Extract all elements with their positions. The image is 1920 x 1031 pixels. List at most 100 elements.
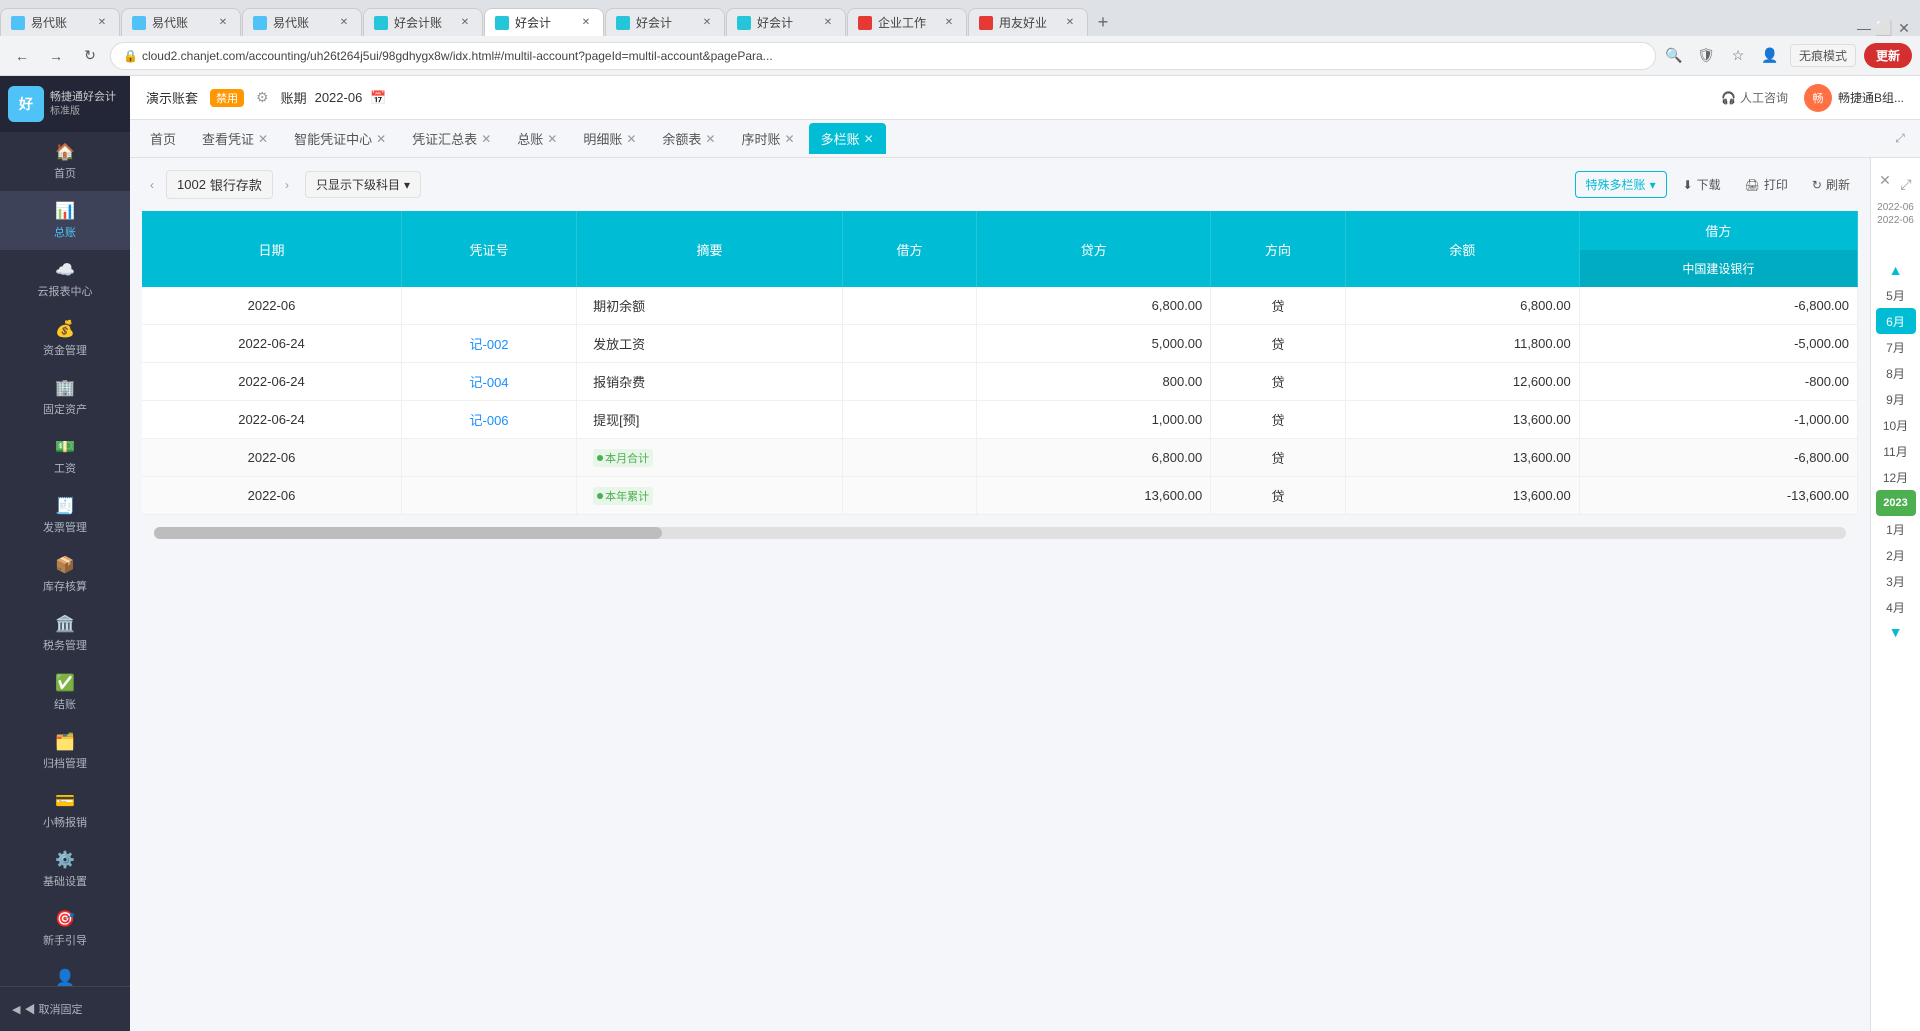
tab-close-multi-column[interactable]: ✕ <box>864 132 874 146</box>
panel-expand-button[interactable]: ⤢ <box>1896 174 1916 194</box>
sidebar-item-home[interactable]: 🏠 首页 <box>0 132 130 191</box>
scroll-down-button[interactable]: ▼ <box>1884 620 1908 644</box>
print-button[interactable]: 🖨 打印 <box>1737 172 1796 197</box>
tab-close-voucher-summary[interactable]: ✕ <box>481 132 491 146</box>
tab-detail-account[interactable]: 明细账 ✕ <box>571 123 648 154</box>
month-9[interactable]: 9月 <box>1876 386 1916 412</box>
sidebar-item-settings[interactable]: ⚙️ 基础设置 <box>0 840 130 899</box>
browser-tab-8[interactable]: 企业工作 ✕ <box>847 8 967 36</box>
reload-button[interactable]: ↻ <box>76 42 104 70</box>
sidebar-item-closing[interactable]: ✅ 结账 <box>0 663 130 722</box>
filter-selector[interactable]: 只显示下级科目 ▾ <box>305 171 421 198</box>
browser-tab-7[interactable]: 好会计 ✕ <box>726 8 846 36</box>
tab-close-balance[interactable]: ✕ <box>705 132 715 146</box>
sidebar-item-assets[interactable]: 🏢 固定资产 <box>0 368 130 427</box>
tab-close-view-voucher[interactable]: ✕ <box>258 132 268 146</box>
sidebar-item-ledger[interactable]: 📊 总账 <box>0 191 130 250</box>
tab-close-smart-voucher[interactable]: ✕ <box>376 132 386 146</box>
sidebar-item-tax[interactable]: 🏛️ 税务管理 <box>0 604 130 663</box>
sidebar-item-guide[interactable]: 🎯 新手引导 <box>0 899 130 958</box>
scroll-up-button[interactable]: ▲ <box>1884 258 1908 282</box>
tab-voucher-summary[interactable]: 凭证汇总表 ✕ <box>400 123 503 154</box>
tab-close-5[interactable]: ✕ <box>579 16 593 30</box>
shield-icon[interactable]: 🛡 <box>1694 44 1718 68</box>
sidebar-item-expense[interactable]: 💳 小畅报销 <box>0 781 130 840</box>
tab-close-detail-account[interactable]: ✕ <box>626 132 636 146</box>
browser-tab-1[interactable]: 易代账 ✕ <box>0 8 120 36</box>
collapse-button[interactable]: ⤢ <box>1888 127 1912 151</box>
tab-general-ledger[interactable]: 总账 ✕ <box>505 123 569 154</box>
tab-close-4[interactable]: ✕ <box>458 16 472 30</box>
tab-smart-voucher[interactable]: 智能凭证中心 ✕ <box>282 123 398 154</box>
close-button[interactable]: ✕ <box>1896 20 1912 36</box>
consult-button[interactable]: 🎧 人工咨询 <box>1721 89 1788 106</box>
tab-sequence-account[interactable]: 序时账 ✕ <box>729 123 806 154</box>
year-2023-badge[interactable]: 2023 <box>1876 490 1916 516</box>
month-6[interactable]: 6月 <box>1876 308 1916 334</box>
browser-tab-5[interactable]: 好会计 ✕ <box>484 8 604 36</box>
gear-icon[interactable]: ⚙ <box>256 89 269 106</box>
profile-icon[interactable]: 👤 <box>1758 44 1782 68</box>
sidebar-item-member[interactable]: 👤 畅会员 <box>0 958 130 986</box>
sidebar-item-archive[interactable]: 🗂️ 归档管理 <box>0 722 130 781</box>
restore-button[interactable]: ⬜ <box>1876 20 1892 36</box>
wuhen-mode-button[interactable]: 无痕模式 <box>1790 44 1856 67</box>
sidebar-item-capital[interactable]: 💰 资金管理 <box>0 309 130 368</box>
sidebar-item-salary[interactable]: 💵 工资 <box>0 427 130 486</box>
month-1[interactable]: 1月 <box>1876 516 1916 542</box>
calendar-icon[interactable]: 📅 <box>370 90 386 106</box>
cell-voucher[interactable]: 记-006 <box>401 401 576 439</box>
tab-close-general-ledger[interactable]: ✕ <box>547 132 557 146</box>
tab-close-7[interactable]: ✕ <box>821 16 835 30</box>
update-button[interactable]: 更新 <box>1864 43 1912 68</box>
new-tab-button[interactable]: + <box>1089 8 1117 36</box>
prev-account-button[interactable]: ‹ <box>142 175 162 195</box>
cell-credit: 800.00 <box>977 363 1211 401</box>
search-icon[interactable]: 🔍 <box>1662 44 1686 68</box>
forward-button[interactable]: → <box>42 42 70 70</box>
tab-close-8[interactable]: ✕ <box>942 16 956 30</box>
browser-tab-2[interactable]: 易代账 ✕ <box>121 8 241 36</box>
star-icon[interactable]: ☆ <box>1726 44 1750 68</box>
next-account-button[interactable]: › <box>277 175 297 195</box>
browser-tab-6[interactable]: 好会计 ✕ <box>605 8 725 36</box>
col-sub-extra: 中国建设银行 <box>1579 250 1857 287</box>
tab-close-6[interactable]: ✕ <box>700 16 714 30</box>
month-12[interactable]: 12月 <box>1876 464 1916 490</box>
month-10[interactable]: 10月 <box>1876 412 1916 438</box>
minimize-button[interactable]: — <box>1856 20 1872 36</box>
refresh-button[interactable]: ↻ 刷新 <box>1804 172 1858 197</box>
month-7[interactable]: 7月 <box>1876 334 1916 360</box>
browser-tab-9[interactable]: 用友好业 ✕ <box>968 8 1088 36</box>
tab-close-sequence[interactable]: ✕ <box>785 132 795 146</box>
tab-multi-column[interactable]: 多栏账 ✕ <box>809 123 886 154</box>
account-selector[interactable]: 1002 银行存款 <box>166 170 273 199</box>
back-button[interactable]: ← <box>8 42 36 70</box>
unpin-button[interactable]: ◀ ◀ 取消固定 <box>4 995 126 1023</box>
panel-close-button[interactable]: ✕ <box>1875 170 1895 190</box>
browser-tab-3[interactable]: 易代账 ✕ <box>242 8 362 36</box>
month-3[interactable]: 3月 <box>1876 568 1916 594</box>
tab-view-voucher[interactable]: 查看凭证 ✕ <box>190 123 280 154</box>
month-5[interactable]: 5月 <box>1876 282 1916 308</box>
download-button[interactable]: ⬇ 下载 <box>1675 172 1729 197</box>
browser-tab-4[interactable]: 好会计账 ✕ <box>363 8 483 36</box>
tab-close-1[interactable]: ✕ <box>95 16 109 30</box>
tab-balance-sheet[interactable]: 余额表 ✕ <box>650 123 727 154</box>
month-11[interactable]: 11月 <box>1876 438 1916 464</box>
tab-home[interactable]: 首页 <box>138 123 188 154</box>
address-bar[interactable]: 🔒 cloud2.chanjet.com/accounting/uh26t264… <box>110 42 1656 70</box>
tab-close-9[interactable]: ✕ <box>1063 16 1077 30</box>
cell-voucher[interactable]: 记-004 <box>401 363 576 401</box>
tab-close-3[interactable]: ✕ <box>337 16 351 30</box>
sidebar-item-inventory[interactable]: 📦 库存核算 <box>0 545 130 604</box>
sidebar-item-cloud-report[interactable]: ☁️ 云报表中心 <box>0 250 130 309</box>
month-4[interactable]: 4月 <box>1876 594 1916 620</box>
cell-voucher[interactable]: 记-002 <box>401 325 576 363</box>
tab-close-2[interactable]: ✕ <box>216 16 230 30</box>
multi-col-button[interactable]: 特殊多栏账 ▾ <box>1575 171 1667 198</box>
scroll-area[interactable] <box>142 527 1858 539</box>
month-8[interactable]: 8月 <box>1876 360 1916 386</box>
sidebar-item-invoice[interactable]: 🧾 发票管理 <box>0 486 130 545</box>
month-2[interactable]: 2月 <box>1876 542 1916 568</box>
